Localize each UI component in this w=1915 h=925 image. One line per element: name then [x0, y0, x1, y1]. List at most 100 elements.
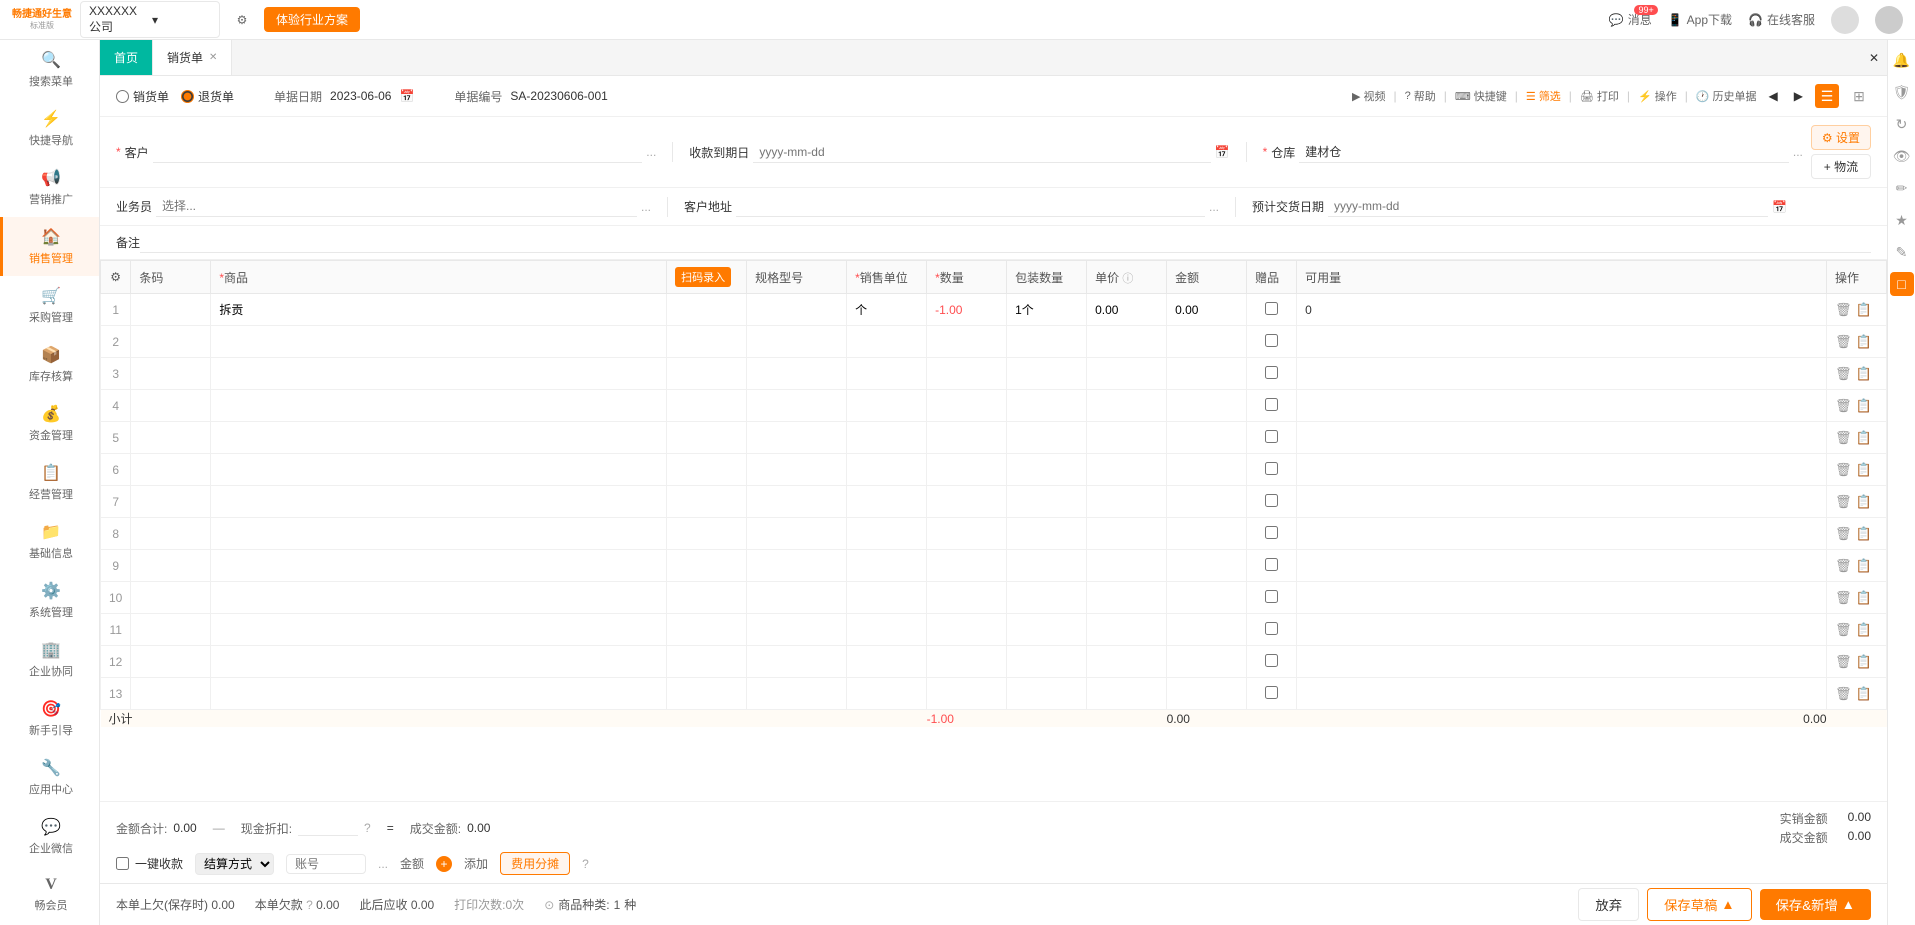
- row-product-10[interactable]: [211, 582, 667, 614]
- row-delete-button-7[interactable]: 🗑: [1835, 494, 1852, 510]
- logistics-button[interactable]: + 物流: [1811, 154, 1871, 179]
- row-qty-10[interactable]: [927, 582, 1007, 614]
- row-qty-5[interactable]: [927, 422, 1007, 454]
- row-barcode-13[interactable]: [131, 678, 211, 710]
- row-gift-9[interactable]: [1247, 550, 1297, 582]
- sidebar-item-operations-mgmt[interactable]: 📋 经营管理: [0, 453, 99, 512]
- row-unit-price-9[interactable]: [1087, 550, 1167, 582]
- row-delete-button-5[interactable]: 🗑: [1835, 430, 1852, 446]
- grid-view-icon[interactable]: ⊞: [1847, 84, 1871, 108]
- row-amount-13[interactable]: [1167, 678, 1247, 710]
- tab-close-all-icon[interactable]: ✕: [1869, 51, 1887, 65]
- row-pack-qty-6[interactable]: [1007, 454, 1087, 486]
- row-spec-4[interactable]: [747, 390, 847, 422]
- row-spec-7[interactable]: [747, 486, 847, 518]
- calendar-icon[interactable]: 📅: [399, 89, 414, 103]
- row-unit-2[interactable]: [847, 326, 927, 358]
- row-gift-checkbox-10[interactable]: [1265, 590, 1278, 603]
- settlement-method-select[interactable]: 结算方式: [195, 853, 274, 875]
- row-gift-checkbox-5[interactable]: [1265, 430, 1278, 443]
- row-gift-checkbox-13[interactable]: [1265, 686, 1278, 699]
- row-gift-2[interactable]: [1247, 326, 1297, 358]
- salesman-input[interactable]: [156, 196, 637, 217]
- fee-help-icon[interactable]: ?: [582, 857, 589, 871]
- rp-edit2-icon[interactable]: ✎: [1890, 240, 1914, 264]
- sidebar-item-marketing[interactable]: 📢 营销推广: [0, 158, 99, 217]
- row-unit-9[interactable]: [847, 550, 927, 582]
- row-delete-button-2[interactable]: 🗑: [1835, 334, 1852, 350]
- cash-discount-input[interactable]: [298, 821, 358, 836]
- row-amount-11[interactable]: [1167, 614, 1247, 646]
- row-unit-price-7[interactable]: [1087, 486, 1167, 518]
- app-download-button[interactable]: 📱 App下载: [1668, 11, 1732, 28]
- row-gift-12[interactable]: [1247, 646, 1297, 678]
- row-amount-10[interactable]: [1167, 582, 1247, 614]
- row-gift-3[interactable]: [1247, 358, 1297, 390]
- row-product-2[interactable]: [211, 326, 667, 358]
- row-unit-price-8[interactable]: [1087, 518, 1167, 550]
- radio-sales-order-input[interactable]: [116, 90, 129, 103]
- row-gift-checkbox-1[interactable]: [1265, 302, 1278, 315]
- row-gift-checkbox-9[interactable]: [1265, 558, 1278, 571]
- row-amount-5[interactable]: [1167, 422, 1247, 454]
- row-pack-qty-8[interactable]: [1007, 518, 1087, 550]
- row-unit-price-3[interactable]: [1087, 358, 1167, 390]
- row-delete-button-6[interactable]: 🗑: [1835, 462, 1852, 478]
- order-no-value[interactable]: SA-20230606-001: [510, 89, 607, 103]
- row-pack-qty-9[interactable]: [1007, 550, 1087, 582]
- row-barcode-11[interactable]: [131, 614, 211, 646]
- row-unit-price-5[interactable]: [1087, 422, 1167, 454]
- customer-input[interactable]: [153, 142, 643, 163]
- row-gift-checkbox-6[interactable]: [1265, 462, 1278, 475]
- one-click-payment-checkbox[interactable]: 一键收款: [116, 855, 183, 872]
- discard-button[interactable]: 放弃: [1578, 888, 1639, 921]
- row-copy-button-6[interactable]: 📋: [1856, 462, 1872, 478]
- sidebar-item-base-info[interactable]: 📁 基础信息: [0, 512, 99, 571]
- row-gift-checkbox-7[interactable]: [1265, 494, 1278, 507]
- messages-button[interactable]: 💬 消息 99+: [1609, 11, 1652, 28]
- company-settings-icon[interactable]: ⚙: [228, 6, 256, 34]
- delivery-date-input[interactable]: [1328, 196, 1768, 217]
- row-pack-qty-11[interactable]: [1007, 614, 1087, 646]
- row-pack-qty-13[interactable]: [1007, 678, 1087, 710]
- row-amount-12[interactable]: [1167, 646, 1247, 678]
- row-barcode-9[interactable]: [131, 550, 211, 582]
- row-copy-button-7[interactable]: 📋: [1856, 494, 1872, 510]
- tab-sales-order[interactable]: 销货单 ✕: [153, 40, 232, 75]
- row-product-12[interactable]: [211, 646, 667, 678]
- row-barcode-4[interactable]: [131, 390, 211, 422]
- sidebar-item-capital-mgmt[interactable]: 💰 资金管理: [0, 394, 99, 453]
- row-unit-7[interactable]: [847, 486, 927, 518]
- row-product-8[interactable]: [211, 518, 667, 550]
- one-click-payment-input[interactable]: [116, 857, 129, 870]
- filter-button[interactable]: ☰ 筛选: [1526, 88, 1561, 104]
- row-barcode-12[interactable]: [131, 646, 211, 678]
- sidebar-item-app-center[interactable]: 🔧 应用中心: [0, 748, 99, 807]
- row-unit-13[interactable]: [847, 678, 927, 710]
- row-barcode-10[interactable]: [131, 582, 211, 614]
- row-copy-button-9[interactable]: 📋: [1856, 558, 1872, 574]
- warehouse-dots-icon[interactable]: ...: [1793, 145, 1803, 159]
- cash-discount-help-icon[interactable]: ?: [364, 821, 371, 835]
- sidebar-item-members[interactable]: V 畅会员: [0, 866, 99, 923]
- row-unit-11[interactable]: [847, 614, 927, 646]
- rp-notification-icon[interactable]: 🔔: [1890, 48, 1914, 72]
- row-unit-price-6[interactable]: [1087, 454, 1167, 486]
- row-barcode-8[interactable]: [131, 518, 211, 550]
- tab-home[interactable]: 首页: [100, 40, 153, 75]
- save-draft-button[interactable]: 保存草稿 ▲: [1647, 888, 1752, 921]
- row-delete-button-4[interactable]: 🗑: [1835, 398, 1852, 414]
- row-delete-button-9[interactable]: 🗑: [1835, 558, 1852, 574]
- row-spec-5[interactable]: [747, 422, 847, 454]
- row-spec-3[interactable]: [747, 358, 847, 390]
- row-gift-checkbox-2[interactable]: [1265, 334, 1278, 347]
- row-spec-10[interactable]: [747, 582, 847, 614]
- row-product-3[interactable]: [211, 358, 667, 390]
- online-service-button[interactable]: 🎧 在线客服: [1748, 11, 1815, 28]
- row-amount-7[interactable]: [1167, 486, 1247, 518]
- row-delete-button-10[interactable]: 🗑: [1835, 590, 1852, 606]
- company-select[interactable]: XXXXXX公司 ▾: [80, 1, 220, 38]
- row-unit-price-12[interactable]: [1087, 646, 1167, 678]
- trial-button[interactable]: 体验行业方案: [264, 7, 360, 32]
- shortcut-button[interactable]: ⌨ 快捷键: [1455, 88, 1507, 104]
